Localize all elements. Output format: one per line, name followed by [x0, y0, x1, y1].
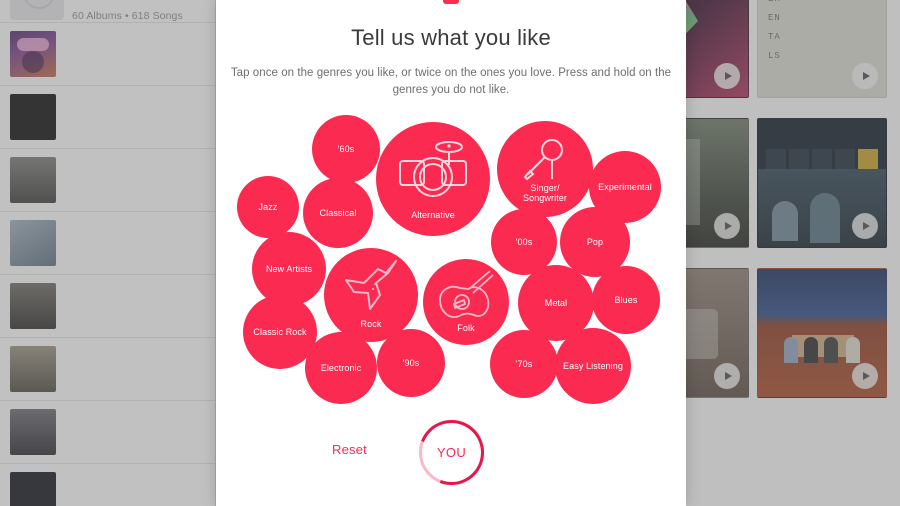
genre-bubble[interactable]: Jazz	[237, 176, 299, 238]
genre-bubble-label: Rock	[360, 318, 382, 329]
modal-footer: Reset YOU	[216, 406, 686, 506]
genre-bubble[interactable]: Rock	[324, 248, 418, 342]
genre-bubble-field: '60s Jazz Classical Alternative Singer/ Song…	[216, 104, 686, 404]
genre-bubble-label: Folk	[457, 322, 475, 333]
genre-bubble[interactable]: Electronic	[305, 332, 377, 404]
genre-bubble[interactable]: '70s	[490, 330, 558, 398]
genre-bubble-label: Metal	[544, 297, 568, 308]
genre-bubble-label: '00s	[515, 236, 533, 247]
page-subtitle: Tap once on the genres you like, or twic…	[230, 67, 672, 97]
genre-bubble-label: Singer/ Songwriter	[522, 182, 568, 204]
genre-bubble-label: Easy Listening	[563, 360, 623, 371]
genre-bubble[interactable]: Singer/ Songwriter	[497, 121, 593, 217]
genre-bubble[interactable]: Folk	[423, 259, 509, 345]
genre-bubble-label: Classical	[319, 207, 357, 218]
genre-bubble-label: Electronic	[320, 362, 362, 373]
screen-root: 60 Albums • 618 Songs TIERENTALS Tell us…	[0, 0, 900, 506]
page-title: Tell us what you like	[351, 25, 551, 50]
you-button-label: YOU	[436, 445, 467, 460]
genre-bubble[interactable]: Easy Listening	[555, 328, 631, 404]
modal-notch-indicator	[443, 0, 459, 4]
genre-bubble-label: '90s	[402, 357, 420, 368]
genre-bubble-label: Alternative	[411, 209, 455, 220]
genre-bubble[interactable]: '90s	[377, 329, 445, 397]
genre-bubble-label: Blues	[614, 294, 638, 305]
genre-bubble[interactable]: Alternative	[376, 122, 490, 236]
genre-bubble-label: '60s	[337, 143, 355, 154]
you-button[interactable]: YOU	[408, 409, 495, 496]
genre-bubble-label: Classic Rock	[253, 326, 307, 337]
reset-button[interactable]: Reset	[332, 442, 367, 457]
genre-bubble-label: New Artists	[265, 263, 313, 274]
genre-bubble[interactable]: Blues	[592, 266, 660, 334]
genre-bubble-label: '70s	[515, 358, 533, 369]
genre-bubble[interactable]: New Artists	[252, 232, 326, 306]
genre-picker-modal: Tell us what you like Tap once on the ge…	[216, 0, 686, 506]
genre-bubble[interactable]: Classical	[303, 178, 373, 248]
genre-bubble[interactable]: '60s	[312, 115, 380, 183]
genre-bubble-label: Pop	[586, 236, 604, 247]
genre-bubble-label: Jazz	[258, 201, 278, 212]
genre-bubble-label: Experimental	[598, 181, 652, 192]
